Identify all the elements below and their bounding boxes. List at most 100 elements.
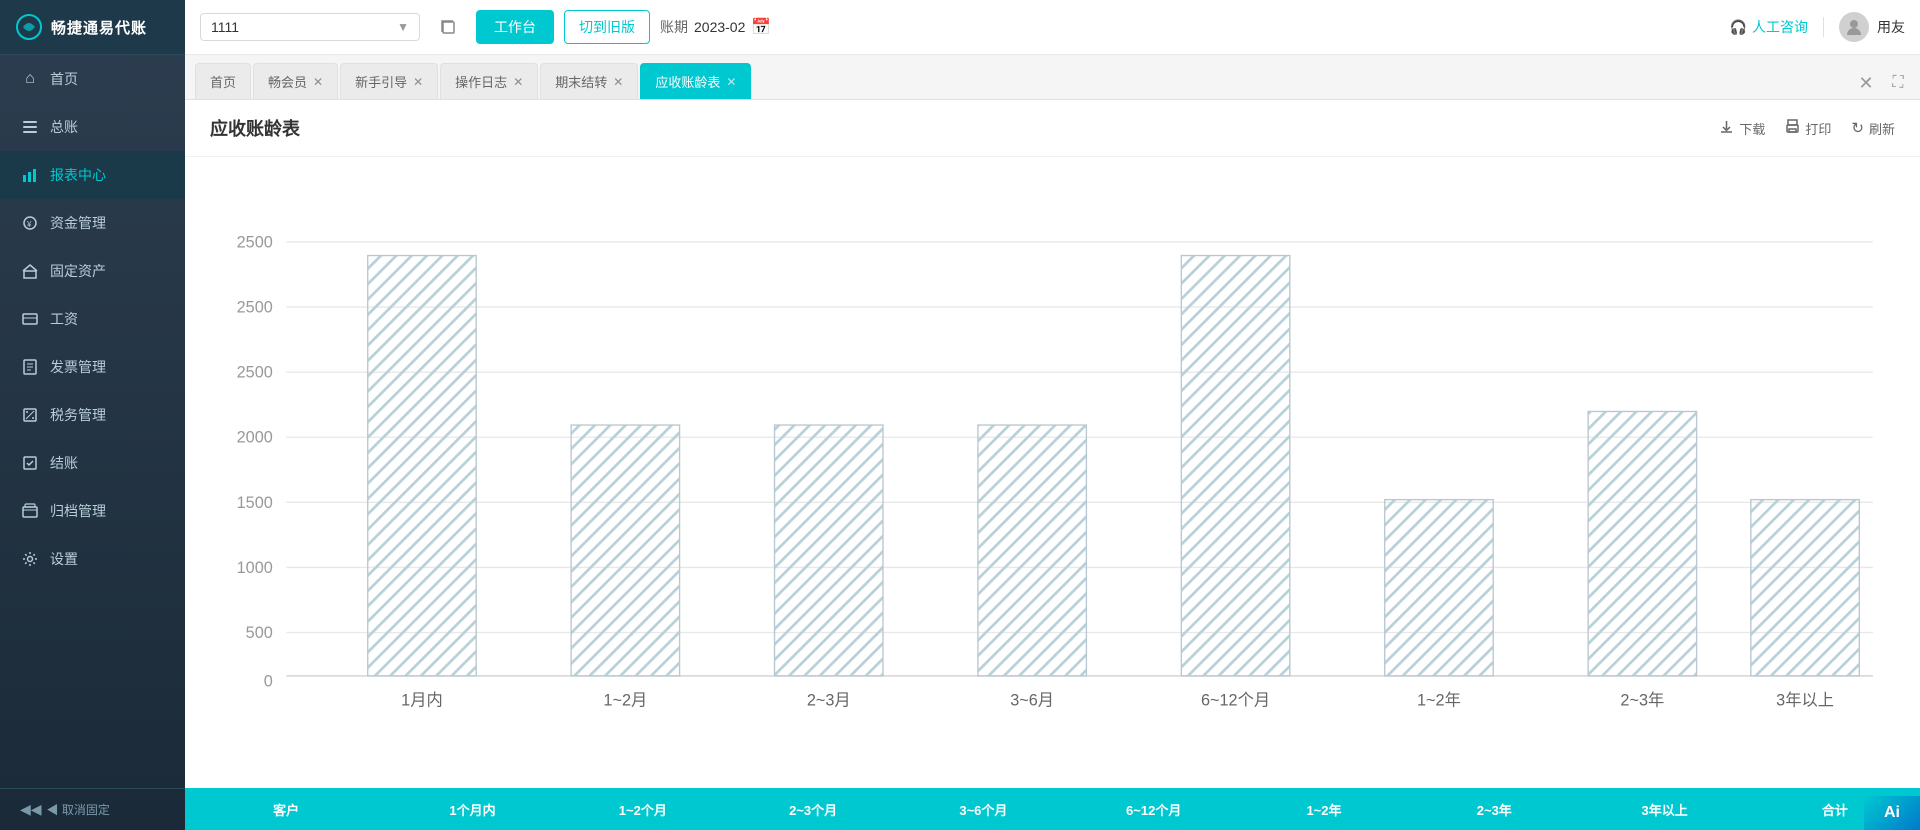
user-info[interactable]: 用友 — [1839, 12, 1905, 42]
sidebar-item-invoice-label: 发票管理 — [50, 357, 106, 377]
chart-container: 2500 2500 2500 2000 1500 1000 500 0 — [185, 157, 1920, 788]
invoice-icon — [20, 357, 40, 377]
svg-text:0: 0 — [264, 673, 273, 691]
workbench-button[interactable]: 工作台 — [476, 10, 554, 44]
download-button[interactable]: 下载 — [1719, 119, 1765, 138]
tab-aging[interactable]: 应收账龄表 ✕ — [640, 63, 751, 99]
tabs-bar: 首页 畅会员 ✕ 新手引导 ✕ 操作日志 ✕ 期末结转 ✕ 应收账龄表 ✕ ✕ … — [185, 55, 1920, 100]
svg-text:2500: 2500 — [237, 298, 273, 316]
main-area: 1111 ▼ 工作台 切到旧版 账期 2023-02 📅 🎧 人工咨询 — [185, 0, 1920, 830]
sidebar-logo: 畅捷通易代账 — [0, 0, 185, 55]
home-icon: ⌂ — [20, 69, 40, 89]
print-button[interactable]: 打印 — [1785, 119, 1831, 138]
col-2-3year: 2~3年 — [1409, 800, 1579, 819]
sidebar-item-settlement[interactable]: 结账 — [0, 439, 185, 487]
consult-label: 人工咨询 — [1752, 17, 1808, 37]
period-value: 2023-02 — [694, 19, 745, 35]
page-title: 应收账龄表 — [210, 115, 1719, 141]
col-6-12month: 6~12个月 — [1069, 800, 1239, 819]
svg-text:500: 500 — [246, 624, 273, 642]
header-right: 🎧 人工咨询 用友 — [1730, 12, 1905, 42]
header-actions: 下载 打印 ↻ 刷新 — [1719, 119, 1895, 138]
col-1-2month: 1~2个月 — [558, 800, 728, 819]
tab-guide-close[interactable]: ✕ — [413, 76, 423, 88]
svg-text:2000: 2000 — [237, 429, 273, 447]
collapse-label: ◀ 取消固定 — [47, 801, 110, 818]
svg-text:6~12个月: 6~12个月 — [1201, 692, 1270, 710]
sidebar-item-funds-label: 资金管理 — [50, 213, 106, 233]
sidebar-item-home[interactable]: ⌂ 首页 — [0, 55, 185, 103]
reports-icon — [20, 165, 40, 185]
tab-aging-close[interactable]: ✕ — [726, 76, 736, 88]
svg-text:1~2月: 1~2月 — [603, 692, 647, 710]
tab-member-label: 畅会员 — [268, 72, 307, 91]
headset-icon: 🎧 — [1730, 19, 1747, 36]
svg-text:2~3年: 2~3年 — [1620, 692, 1664, 710]
switch-version-button[interactable]: 切到旧版 — [564, 10, 650, 44]
col-2-3month: 2~3个月 — [728, 800, 898, 819]
svg-text:2~3月: 2~3月 — [807, 692, 851, 710]
tab-period-end-close[interactable]: ✕ — [613, 76, 623, 88]
content-area: 应收账龄表 下载 打印 — [185, 100, 1920, 830]
print-icon — [1785, 119, 1800, 138]
logo-text: 畅捷通易代账 — [51, 17, 147, 38]
sidebar-item-settings[interactable]: 设置 — [0, 535, 185, 583]
refresh-button[interactable]: ↻ 刷新 — [1851, 119, 1895, 138]
tab-member[interactable]: 畅会员 ✕ — [253, 63, 338, 99]
tab-oplog-label: 操作日志 — [455, 72, 507, 91]
close-window-btn[interactable]: ✕ — [1854, 71, 1878, 95]
sidebar-item-funds[interactable]: ¥ 资金管理 — [0, 199, 185, 247]
payroll-icon — [20, 309, 40, 329]
copy-icon-btn[interactable] — [430, 9, 466, 45]
company-dropdown-icon: ▼ — [397, 20, 409, 34]
top-header: 1111 ▼ 工作台 切到旧版 账期 2023-02 📅 🎧 人工咨询 — [185, 0, 1920, 55]
settings-icon — [20, 549, 40, 569]
sidebar-item-archive[interactable]: 归档管理 — [0, 487, 185, 535]
download-label: 下载 — [1739, 119, 1765, 138]
tab-period-end-label: 期末结转 — [555, 72, 607, 91]
sidebar-item-settings-label: 设置 — [50, 549, 78, 569]
tab-aging-label: 应收账龄表 — [655, 72, 720, 91]
col-3plus-year: 3年以上 — [1579, 800, 1749, 819]
col-1-2year: 1~2年 — [1239, 800, 1409, 819]
company-name: 1111 — [211, 19, 389, 35]
sidebar-collapse-btn[interactable]: ◀◀ ◀ 取消固定 — [0, 788, 185, 830]
calendar-icon[interactable]: 📅 — [751, 17, 771, 37]
sidebar-item-assets[interactable]: 固定资产 — [0, 247, 185, 295]
sidebar-item-reports-label: 报表中心 — [50, 165, 106, 185]
funds-icon: ¥ — [20, 213, 40, 233]
svg-text:2500: 2500 — [237, 233, 273, 251]
svg-text:3~6月: 3~6月 — [1010, 692, 1054, 710]
company-selector[interactable]: 1111 ▼ — [200, 13, 420, 41]
header-divider — [1823, 17, 1824, 37]
sidebar-item-tax[interactable]: 税务管理 — [0, 391, 185, 439]
tab-guide[interactable]: 新手引导 ✕ — [340, 63, 438, 99]
svg-text:1~2年: 1~2年 — [1417, 692, 1461, 710]
download-icon — [1719, 119, 1734, 138]
period-label-text: 账期 — [660, 17, 688, 37]
consult-button[interactable]: 🎧 人工咨询 — [1730, 17, 1808, 37]
sidebar-item-archive-label: 归档管理 — [50, 501, 106, 521]
tab-home[interactable]: 首页 — [195, 63, 251, 99]
print-label: 打印 — [1805, 119, 1831, 138]
aging-chart: 2500 2500 2500 2000 1500 1000 500 0 — [205, 167, 1900, 778]
ai-badge[interactable]: Ai — [1864, 796, 1920, 830]
tab-period-end[interactable]: 期末结转 ✕ — [540, 63, 638, 99]
table-header: 客户 1个月内 1~2个月 2~3个月 3~6个月 6~12个月 1~2年 2~… — [185, 788, 1920, 830]
tab-oplog[interactable]: 操作日志 ✕ — [440, 63, 538, 99]
collapse-icon: ◀◀ — [20, 801, 42, 818]
refresh-label: 刷新 — [1869, 119, 1895, 138]
col-1month: 1个月内 — [387, 800, 557, 819]
tab-member-close[interactable]: ✕ — [313, 76, 323, 88]
tab-oplog-close[interactable]: ✕ — [513, 76, 523, 88]
col-customer: 客户 — [185, 800, 387, 819]
sidebar: 畅捷通易代账 ⌂ 首页 总账 报表中心 ¥ 资金管理 — [0, 0, 185, 830]
sidebar-item-payroll[interactable]: 工资 — [0, 295, 185, 343]
tax-icon — [20, 405, 40, 425]
sidebar-item-reports[interactable]: 报表中心 — [0, 151, 185, 199]
sidebar-item-invoice[interactable]: 发票管理 — [0, 343, 185, 391]
sidebar-item-ledger[interactable]: 总账 — [0, 103, 185, 151]
archive-icon — [20, 501, 40, 521]
maximize-window-btn[interactable]: ⛶ — [1886, 71, 1910, 95]
avatar-icon — [1845, 18, 1863, 36]
